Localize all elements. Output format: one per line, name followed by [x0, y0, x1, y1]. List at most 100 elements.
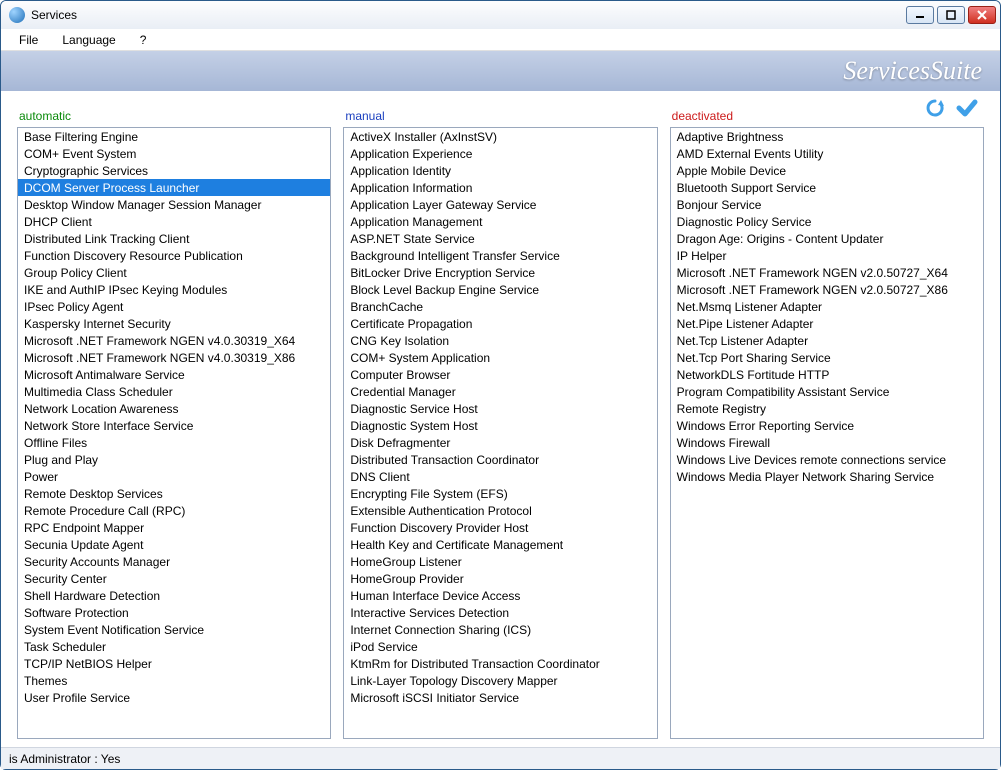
list-item[interactable]: Interactive Services Detection: [344, 604, 656, 621]
list-item[interactable]: User Profile Service: [18, 689, 330, 706]
list-item[interactable]: Microsoft Antimalware Service: [18, 366, 330, 383]
list-item[interactable]: Group Policy Client: [18, 264, 330, 281]
list-item[interactable]: Microsoft .NET Framework NGEN v2.0.50727…: [671, 264, 983, 281]
list-item[interactable]: Windows Firewall: [671, 434, 983, 451]
maximize-button[interactable]: [937, 6, 965, 24]
list-item[interactable]: Bluetooth Support Service: [671, 179, 983, 196]
list-item[interactable]: Desktop Window Manager Session Manager: [18, 196, 330, 213]
menu-file[interactable]: File: [9, 31, 48, 49]
list-item[interactable]: Security Center: [18, 570, 330, 587]
list-item[interactable]: KtmRm for Distributed Transaction Coordi…: [344, 655, 656, 672]
list-item[interactable]: Remote Desktop Services: [18, 485, 330, 502]
apply-check-icon[interactable]: [956, 97, 978, 119]
list-item[interactable]: Microsoft .NET Framework NGEN v4.0.30319…: [18, 332, 330, 349]
list-item[interactable]: Kaspersky Internet Security: [18, 315, 330, 332]
list-item[interactable]: Base Filtering Engine: [18, 128, 330, 145]
list-item[interactable]: Task Scheduler: [18, 638, 330, 655]
list-item[interactable]: Credential Manager: [344, 383, 656, 400]
list-item[interactable]: Offline Files: [18, 434, 330, 451]
list-item[interactable]: Shell Hardware Detection: [18, 587, 330, 604]
list-item[interactable]: Net.Msmq Listener Adapter: [671, 298, 983, 315]
list-item[interactable]: Distributed Transaction Coordinator: [344, 451, 656, 468]
list-item[interactable]: Power: [18, 468, 330, 485]
list-item[interactable]: AMD External Events Utility: [671, 145, 983, 162]
list-item[interactable]: Distributed Link Tracking Client: [18, 230, 330, 247]
refresh-icon[interactable]: [924, 97, 946, 119]
list-item[interactable]: Function Discovery Provider Host: [344, 519, 656, 536]
list-item[interactable]: Net.Tcp Listener Adapter: [671, 332, 983, 349]
menu-language[interactable]: Language: [52, 31, 125, 49]
list-item[interactable]: Secunia Update Agent: [18, 536, 330, 553]
list-item[interactable]: Net.Tcp Port Sharing Service: [671, 349, 983, 366]
list-item[interactable]: Apple Mobile Device: [671, 162, 983, 179]
list-item[interactable]: NetworkDLS Fortitude HTTP: [671, 366, 983, 383]
list-item[interactable]: Diagnostic Policy Service: [671, 213, 983, 230]
list-item[interactable]: Function Discovery Resource Publication: [18, 247, 330, 264]
list-item[interactable]: CNG Key Isolation: [344, 332, 656, 349]
minimize-button[interactable]: [906, 6, 934, 24]
list-item[interactable]: Link-Layer Topology Discovery Mapper: [344, 672, 656, 689]
list-item[interactable]: IP Helper: [671, 247, 983, 264]
list-item[interactable]: Application Layer Gateway Service: [344, 196, 656, 213]
list-item[interactable]: Network Store Interface Service: [18, 417, 330, 434]
list-item[interactable]: Cryptographic Services: [18, 162, 330, 179]
list-item[interactable]: iPod Service: [344, 638, 656, 655]
list-item[interactable]: Security Accounts Manager: [18, 553, 330, 570]
list-item[interactable]: Bonjour Service: [671, 196, 983, 213]
list-item[interactable]: Diagnostic System Host: [344, 417, 656, 434]
list-item[interactable]: Windows Error Reporting Service: [671, 417, 983, 434]
list-item[interactable]: Health Key and Certificate Management: [344, 536, 656, 553]
list-item[interactable]: Human Interface Device Access: [344, 587, 656, 604]
list-item[interactable]: BranchCache: [344, 298, 656, 315]
list-item[interactable]: Dragon Age: Origins - Content Updater: [671, 230, 983, 247]
close-button[interactable]: [968, 6, 996, 24]
list-item[interactable]: TCP/IP NetBIOS Helper: [18, 655, 330, 672]
list-item[interactable]: Remote Procedure Call (RPC): [18, 502, 330, 519]
list-item[interactable]: ActiveX Installer (AxInstSV): [344, 128, 656, 145]
listbox-automatic[interactable]: Base Filtering EngineCOM+ Event SystemCr…: [17, 127, 331, 739]
list-item[interactable]: IKE and AuthIP IPsec Keying Modules: [18, 281, 330, 298]
listbox-deactivated[interactable]: Adaptive BrightnessAMD External Events U…: [670, 127, 984, 739]
list-item[interactable]: Network Location Awareness: [18, 400, 330, 417]
list-item[interactable]: COM+ Event System: [18, 145, 330, 162]
list-item[interactable]: Themes: [18, 672, 330, 689]
list-item[interactable]: DHCP Client: [18, 213, 330, 230]
list-item[interactable]: Windows Live Devices remote connections …: [671, 451, 983, 468]
listbox-manual[interactable]: ActiveX Installer (AxInstSV)Application …: [343, 127, 657, 739]
list-item[interactable]: Application Information: [344, 179, 656, 196]
list-item[interactable]: Extensible Authentication Protocol: [344, 502, 656, 519]
list-item[interactable]: Adaptive Brightness: [671, 128, 983, 145]
list-item[interactable]: Microsoft .NET Framework NGEN v2.0.50727…: [671, 281, 983, 298]
list-item[interactable]: DNS Client: [344, 468, 656, 485]
menu-help[interactable]: ?: [130, 31, 157, 49]
list-item[interactable]: BitLocker Drive Encryption Service: [344, 264, 656, 281]
list-item[interactable]: Microsoft .NET Framework NGEN v4.0.30319…: [18, 349, 330, 366]
list-item[interactable]: Computer Browser: [344, 366, 656, 383]
list-item[interactable]: Application Identity: [344, 162, 656, 179]
list-item[interactable]: HomeGroup Provider: [344, 570, 656, 587]
list-item[interactable]: Internet Connection Sharing (ICS): [344, 621, 656, 638]
list-item[interactable]: Application Experience: [344, 145, 656, 162]
list-item[interactable]: Multimedia Class Scheduler: [18, 383, 330, 400]
list-item[interactable]: Plug and Play: [18, 451, 330, 468]
list-item[interactable]: DCOM Server Process Launcher: [18, 179, 330, 196]
list-item[interactable]: Background Intelligent Transfer Service: [344, 247, 656, 264]
list-item[interactable]: Disk Defragmenter: [344, 434, 656, 451]
list-item[interactable]: COM+ System Application: [344, 349, 656, 366]
list-item[interactable]: Software Protection: [18, 604, 330, 621]
list-item[interactable]: Microsoft iSCSI Initiator Service: [344, 689, 656, 706]
list-item[interactable]: ASP.NET State Service: [344, 230, 656, 247]
list-item[interactable]: HomeGroup Listener: [344, 553, 656, 570]
list-item[interactable]: Program Compatibility Assistant Service: [671, 383, 983, 400]
list-item[interactable]: Encrypting File System (EFS): [344, 485, 656, 502]
list-item[interactable]: Application Management: [344, 213, 656, 230]
list-item[interactable]: Block Level Backup Engine Service: [344, 281, 656, 298]
list-item[interactable]: RPC Endpoint Mapper: [18, 519, 330, 536]
list-item[interactable]: Certificate Propagation: [344, 315, 656, 332]
list-item[interactable]: IPsec Policy Agent: [18, 298, 330, 315]
list-item[interactable]: System Event Notification Service: [18, 621, 330, 638]
list-item[interactable]: Windows Media Player Network Sharing Ser…: [671, 468, 983, 485]
titlebar[interactable]: Services: [1, 1, 1000, 29]
list-item[interactable]: Net.Pipe Listener Adapter: [671, 315, 983, 332]
list-item[interactable]: Diagnostic Service Host: [344, 400, 656, 417]
